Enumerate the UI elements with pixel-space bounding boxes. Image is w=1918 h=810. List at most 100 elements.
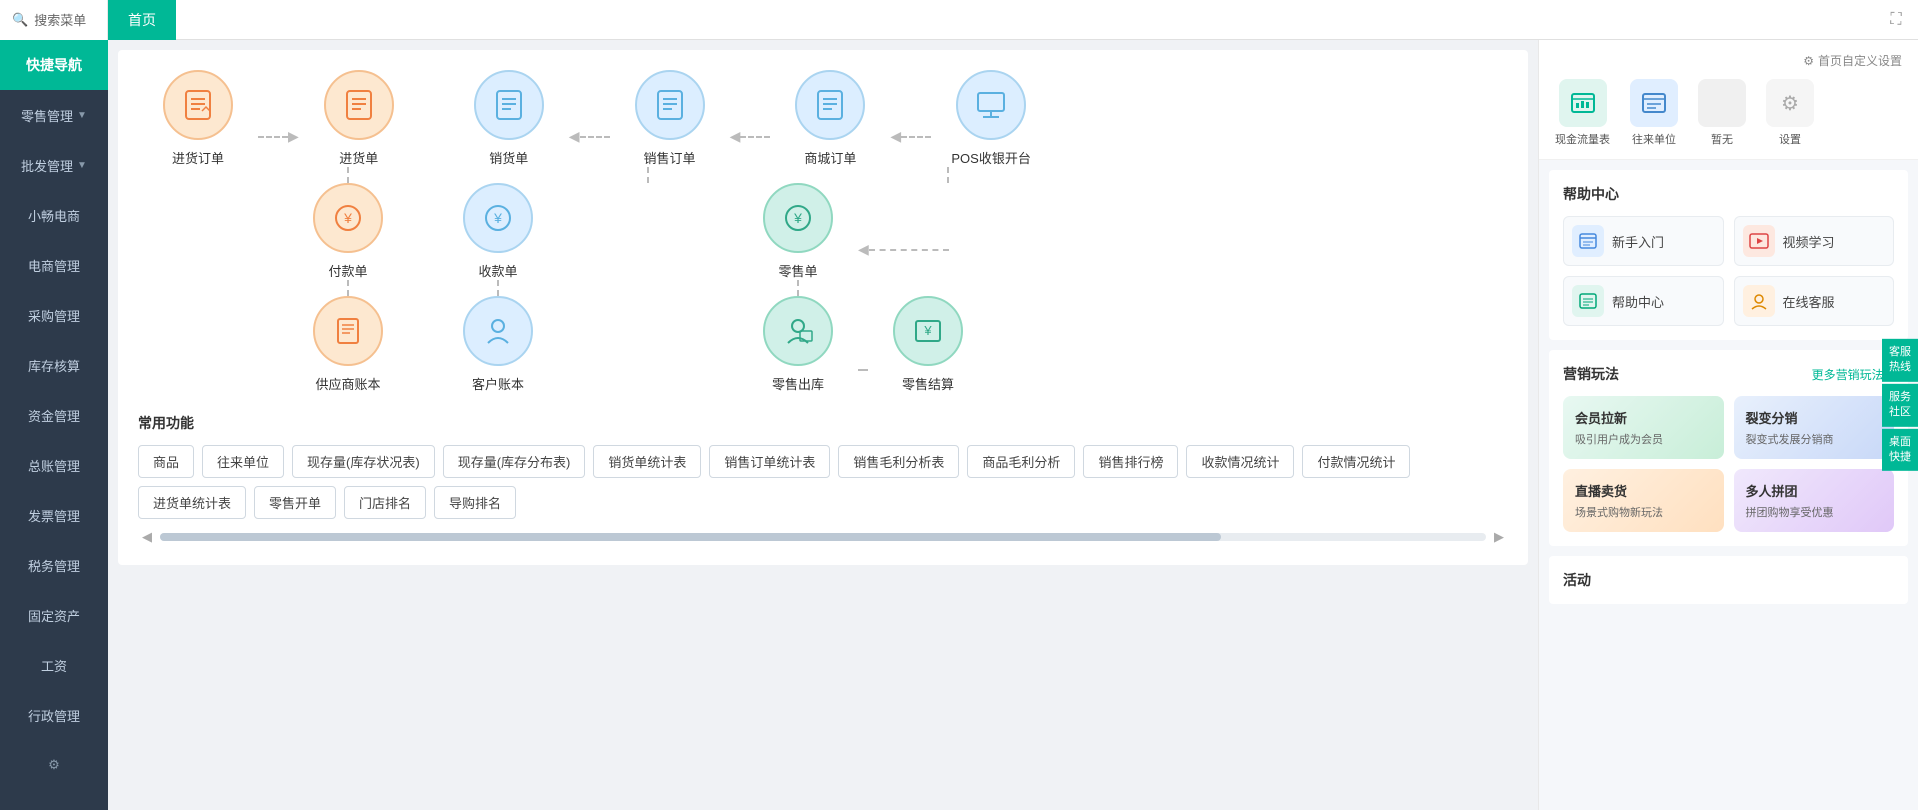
node-payment-bill[interactable]: ¥ 付款单 [288,183,408,280]
shortcuts-setting-row: ⚙ 首页自定义设置 [1555,52,1902,69]
marketing-title: 营销玩法 [1563,364,1619,384]
marketing-card-group[interactable]: 多人拼团 拼团购物享受优惠 [1734,469,1895,532]
fullscreen-icon[interactable]: ⛶ [1886,10,1906,30]
center-panel: 进货订单 ▶ 进货单 [108,40,1538,810]
node-purchase-bill[interactable]: 进货单 [299,70,419,167]
help-item-service[interactable]: 在线客服 [1734,276,1895,326]
sidebar-item-ecommerce[interactable]: 电商管理 [0,240,108,290]
marketing-card-live[interactable]: 直播卖货 场景式购物新玩法 [1563,469,1724,532]
func-btn-payment-stat[interactable]: 付款情况统计 [1302,445,1410,478]
sidebar-item-ledger[interactable]: 总账管理 [0,440,108,490]
scroll-track[interactable] [160,533,1486,541]
sidebar-item-admin[interactable]: 行政管理 [0,690,108,740]
func-btn-contacts[interactable]: 往来单位 [202,445,284,478]
shortcut-none[interactable]: 暂无 [1698,79,1746,147]
scroll-left-icon[interactable]: ◀ [138,529,156,545]
sidebar-item-retail[interactable]: 零售管理 ▼ [0,90,108,140]
node-purchase-order[interactable]: 进货订单 [138,70,258,167]
scroll-thumb [160,533,1221,541]
activity-section: 活动 [1549,556,1908,604]
help-item-help[interactable]: 帮助中心 [1563,276,1724,326]
scroll-bar: ◀ ▶ [138,529,1508,545]
marketing-section: 营销玩法 更多营销玩法 > 会员拉新 吸引用户成为会员 裂变分销 裂变式发展分销… [1549,350,1908,546]
home-tab[interactable]: 首页 [108,0,176,40]
flow-row-1: 进货订单 ▶ 进货单 [138,70,1508,167]
shortcuts-area: ⚙ 首页自定义设置 现金流量表 往来单位 [1539,40,1918,160]
sidebar-item-ecommerce-small[interactable]: 小畅电商 [0,190,108,240]
func-btn-goods[interactable]: 商品 [138,445,194,478]
scroll-right-icon[interactable]: ▶ [1490,529,1508,545]
node-retail-out[interactable]: 零售出库 [738,296,858,393]
node-retail-bill[interactable]: ¥ 零售单 [738,183,858,280]
func-btn-goods-margin[interactable]: 商品毛利分析 [967,445,1075,478]
sidebar-item-fixed-assets[interactable]: 固定资产 [0,590,108,640]
flow-connectors-row [138,167,1508,183]
chevron-down-icon: ▼ [77,110,87,121]
float-btn-community[interactable]: 服务社区 [1882,384,1918,427]
func-btn-order-stat[interactable]: 销售订单统计表 [709,445,830,478]
sidebar-item-purchase[interactable]: 采购管理 [0,290,108,340]
func-btn-sales-margin[interactable]: 销售毛利分析表 [838,445,959,478]
float-btn-desktop[interactable]: 桌面快捷 [1882,428,1918,471]
flow-connectors-row2 [138,280,1508,296]
svg-text:¥: ¥ [923,323,932,338]
float-btn-service[interactable]: 客服热线 [1882,339,1918,382]
sidebar-item-nav[interactable]: 快捷导航 [0,40,108,90]
node-sales-bill[interactable]: 销货单 [449,70,569,167]
node-receipt-bill[interactable]: ¥ 收款单 [438,183,558,280]
help-title: 帮助中心 [1563,184,1894,204]
sidebar: 快捷导航 零售管理 ▼ 批发管理 ▼ 小畅电商 电商管理 采购管理 库存核算 资… [0,40,108,810]
sidebar-gear-icon[interactable]: ⚙ [0,740,108,790]
sidebar-item-wholesale[interactable]: 批发管理 ▼ [0,140,108,190]
func-btn-store-rank[interactable]: 门店排名 [344,486,426,519]
help-item-beginner[interactable]: 新手入门 [1563,216,1724,266]
node-retail-settle[interactable]: ¥ 零售结算 [868,296,988,393]
main-content: 进货订单 ▶ 进货单 [108,40,1918,810]
svg-text:¥: ¥ [493,210,502,226]
func-btn-retail-order[interactable]: 零售开单 [254,486,336,519]
activity-title: 活动 [1563,570,1894,590]
node-sales-order[interactable]: 销售订单 [610,70,730,167]
help-grid: 新手入门 视频学习 帮助中心 [1563,216,1894,326]
func-btn-purchase-stat[interactable]: 进货单统计表 [138,486,246,519]
flow-row-3: 供应商账本 客户账本 [138,296,1508,393]
func-btn-receipt-stat[interactable]: 收款情况统计 [1186,445,1294,478]
node-mall-order[interactable]: 商城订单 [770,70,890,167]
marketing-grid: 会员拉新 吸引用户成为会员 裂变分销 裂变式发展分销商 直播卖货 场景式购物新玩… [1563,396,1894,532]
node-customer-account[interactable]: 客户账本 [438,296,558,393]
func-btn-sales-stat[interactable]: 销货单统计表 [593,445,701,478]
marketing-card-fission[interactable]: 裂变分销 裂变式发展分销商 [1734,396,1895,459]
search-menu[interactable]: 🔍 搜索菜单 [0,0,108,40]
marketing-card-member[interactable]: 会员拉新 吸引用户成为会员 [1563,396,1724,459]
topbar: 🔍 搜索菜单 首页 ⛶ [0,0,1918,40]
func-btn-inventory-dist[interactable]: 现存量(库存分布表) [443,445,586,478]
shortcuts-setting-btn[interactable]: ⚙ 首页自定义设置 [1803,52,1902,69]
top-right-area: ⛶ [1886,10,1918,30]
node-supplier-account[interactable]: 供应商账本 [288,296,408,393]
shortcut-contacts[interactable]: 往来单位 [1630,79,1678,147]
common-functions-title: 常用功能 [138,413,1508,433]
sidebar-item-invoice[interactable]: 发票管理 [0,490,108,540]
chevron-down-icon: ▼ [77,160,87,171]
func-btn-guide-rank[interactable]: 导购排名 [434,486,516,519]
right-panel: ⚙ 首页自定义设置 现金流量表 往来单位 [1538,40,1918,810]
shortcut-items: 现金流量表 往来单位 暂无 [1555,79,1902,147]
gear-icon: ⚙ [48,757,60,773]
sidebar-item-inventory[interactable]: 库存核算 [0,340,108,390]
svg-text:¥: ¥ [793,210,802,226]
shortcut-cashflow[interactable]: 现金流量表 [1555,79,1610,147]
sidebar-item-finance[interactable]: 资金管理 [0,390,108,440]
sidebar-item-salary[interactable]: 工资 [0,640,108,690]
node-pos[interactable]: POS收银开台 [931,70,1051,167]
func-btn-sales-rank[interactable]: 销售排行榜 [1083,445,1178,478]
shortcut-settings[interactable]: ⚙ 设置 [1766,79,1814,147]
common-functions: 常用功能 商品 往来单位 现存量(库存状况表) 现存量(库存分布表) 销货单统计… [138,413,1508,519]
sidebar-item-tax[interactable]: 税务管理 [0,540,108,590]
main-layout: 快捷导航 零售管理 ▼ 批发管理 ▼ 小畅电商 电商管理 采购管理 库存核算 资… [0,40,1918,810]
help-item-video[interactable]: 视频学习 [1734,216,1895,266]
search-icon: 🔍 [12,12,28,28]
svg-text:¥: ¥ [343,210,352,226]
gear-small-icon: ⚙ [1803,54,1814,68]
func-btn-inventory-status[interactable]: 现存量(库存状况表) [292,445,435,478]
func-button-grid: 商品 往来单位 现存量(库存状况表) 现存量(库存分布表) 销货单统计表 销售订… [138,445,1508,519]
